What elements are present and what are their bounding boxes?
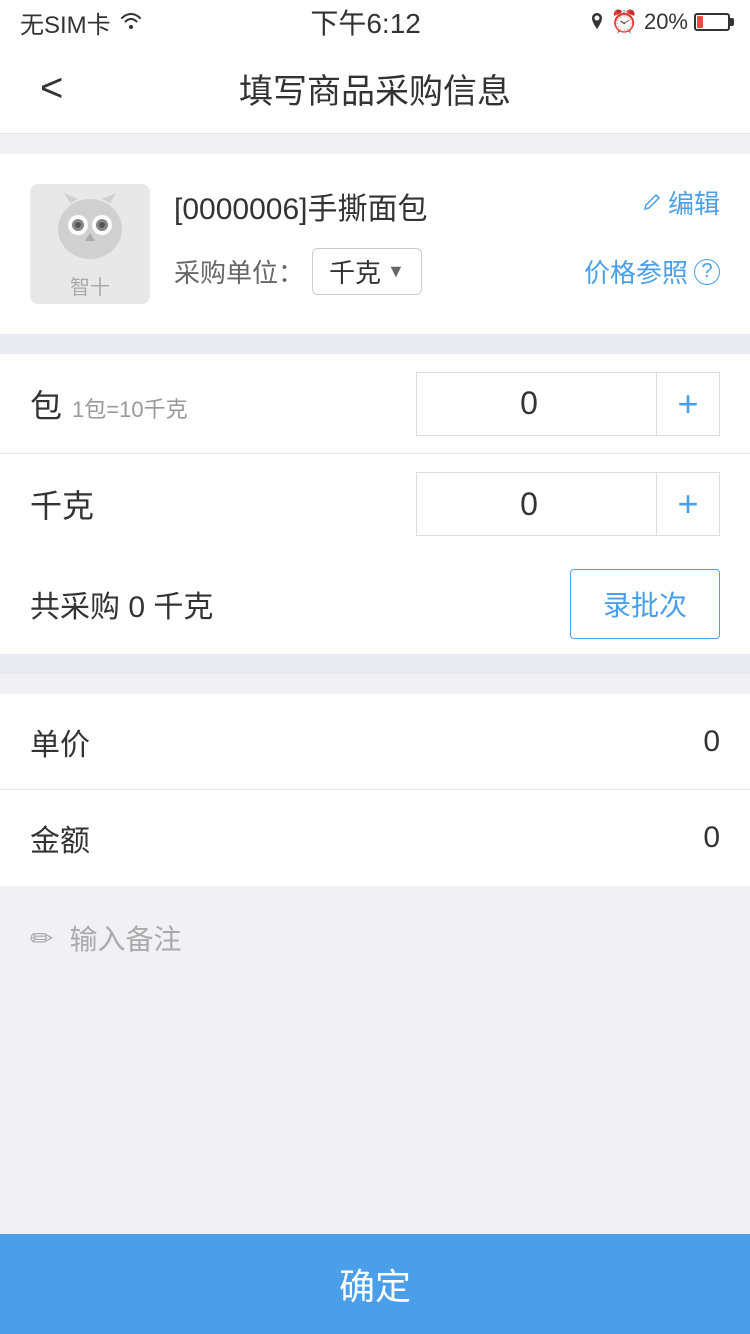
unit-value: 千克 [329, 253, 381, 290]
unit-price-label: 单价 [30, 720, 90, 764]
page-title: 填写商品采购信息 [239, 64, 511, 113]
amount-value: 0 [703, 821, 720, 855]
logo-text: 智十 [50, 276, 130, 300]
edit-button[interactable]: 编辑 [642, 184, 720, 221]
section-divider-1 [0, 334, 750, 354]
summary-row: 共采购 0 千克 录批次 [0, 554, 750, 654]
status-left: 无SIM卡 [20, 5, 143, 40]
amount-label: 金额 [30, 816, 90, 860]
kg-input-control: + [416, 472, 720, 536]
kg-label: 千克 [30, 481, 94, 527]
section-divider-2 [0, 654, 750, 674]
price-section: 单价 0 金额 0 [0, 694, 750, 886]
bag-input-control: + [416, 372, 720, 436]
unit-select[interactable]: 千克 ▼ [312, 248, 422, 295]
product-image: 智十 [30, 184, 150, 304]
status-bar: 无SIM卡 下午6:12 ⏰ 20% [0, 0, 750, 44]
amount-row: 金额 0 [0, 790, 750, 886]
quantity-section: 包 1包=10千克 + 千克 + [0, 354, 750, 554]
owl-logo-icon [50, 189, 130, 269]
price-reference-button[interactable]: 价格参照 ? [584, 253, 720, 290]
carrier-text: 无SIM卡 [20, 5, 111, 40]
bag-input-row: 包 1包=10千克 + [0, 354, 750, 454]
alarm-icon: ⏰ [611, 9, 638, 35]
confirm-button[interactable]: 确定 [0, 1234, 750, 1334]
bag-sub-label: 1包=10千克 [72, 392, 188, 424]
product-name: [0000006]手撕面包 [174, 184, 427, 228]
bag-label: 包 1包=10千克 [30, 381, 188, 427]
back-button[interactable]: < [30, 56, 73, 121]
unit-price-value: 0 [703, 725, 720, 759]
status-right: ⏰ 20% [589, 9, 730, 35]
kg-quantity-input[interactable] [416, 472, 656, 536]
bag-quantity-input[interactable] [416, 372, 656, 436]
kg-input-row: 千克 + [0, 454, 750, 554]
bag-plus-button[interactable]: + [656, 372, 720, 436]
notes-placeholder: 输入备注 [69, 918, 181, 958]
battery-icon [694, 13, 730, 31]
location-icon [589, 9, 605, 35]
kg-plus-button[interactable]: + [656, 472, 720, 536]
bottom-spacer [0, 988, 750, 1088]
product-info: [0000006]手撕面包 编辑 采购单位： 千克 ▼ 价格参照 ? [174, 184, 720, 295]
wifi-icon [119, 8, 143, 36]
notes-section[interactable]: ✏ 输入备注 [0, 888, 750, 988]
help-icon: ? [694, 259, 720, 285]
record-batch-button[interactable]: 录批次 [570, 569, 720, 639]
product-header: [0000006]手撕面包 编辑 [174, 184, 720, 228]
product-unit-row: 采购单位： 千克 ▼ 价格参照 ? [174, 248, 720, 295]
battery-percent: 20% [644, 9, 688, 35]
status-time: 下午6:12 [310, 2, 421, 42]
summary-label: 共采购 0 千克 [30, 582, 213, 626]
product-card: 智十 [0000006]手撕面包 编辑 采购单位： 千克 ▼ [0, 154, 750, 334]
unit-price-row: 单价 0 [0, 694, 750, 790]
pencil-icon: ✏ [30, 922, 53, 955]
unit-label-text: 采购单位： [174, 253, 304, 290]
unit-dropdown-icon: ▼ [387, 261, 405, 282]
edit-icon [642, 192, 664, 214]
nav-bar: < 填写商品采购信息 [0, 44, 750, 134]
